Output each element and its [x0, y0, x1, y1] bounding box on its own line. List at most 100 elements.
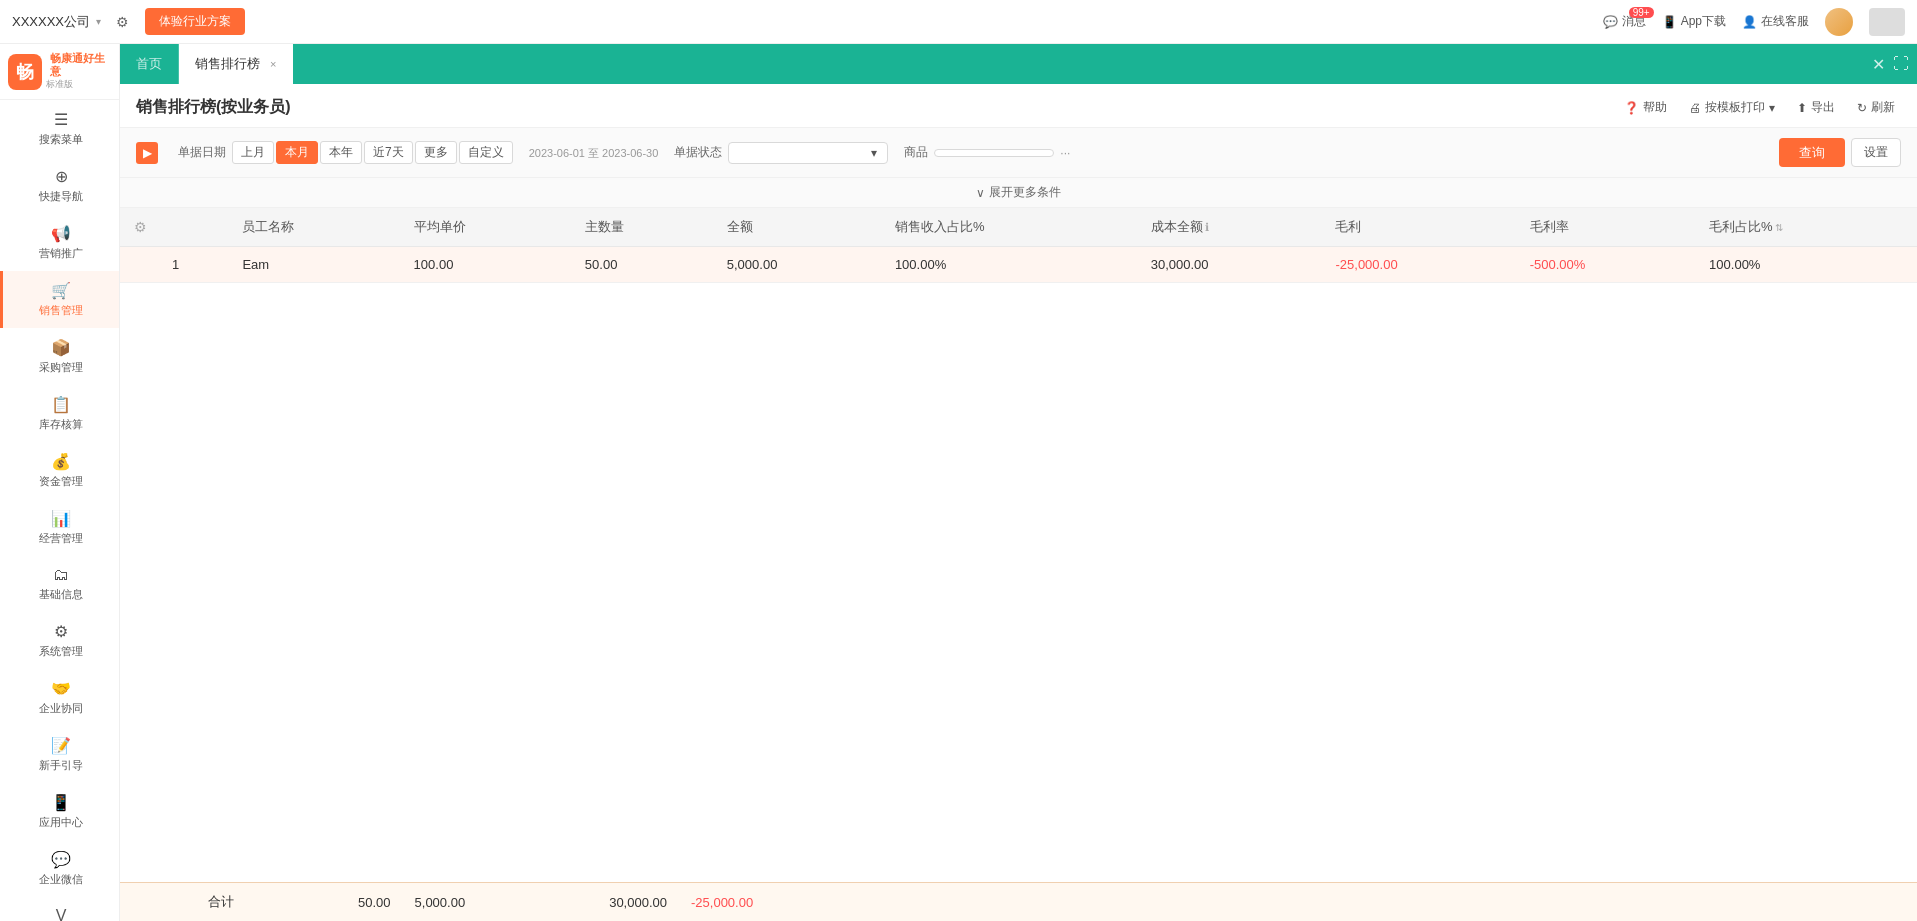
table-footer: 合计 50.00 5,000.00 30,000.00 -25,000.00: [120, 882, 1917, 921]
cost-info-icon[interactable]: ℹ: [1205, 221, 1209, 233]
sidebar-item-finance[interactable]: 💰 资金管理: [0, 442, 119, 499]
quick-nav-icon: ⊕: [55, 167, 68, 186]
help-label: 帮助: [1643, 99, 1667, 116]
inventory-icon: 📋: [51, 395, 71, 414]
help-button[interactable]: ❓ 帮助: [1618, 96, 1673, 119]
sidebar-item-app-center[interactable]: 📱 应用中心: [0, 783, 119, 840]
td-avg-price: 100.00: [402, 247, 573, 283]
sidebar-item-system[interactable]: ⚙ 系统管理: [0, 612, 119, 669]
sidebar-item-member[interactable]: V 畅会员: [0, 897, 119, 921]
search-order-icon: ☰: [54, 110, 68, 129]
avatar[interactable]: [1825, 8, 1853, 36]
company-name: XXXXXX公司: [12, 13, 90, 31]
date-btn-more[interactable]: 更多: [415, 141, 457, 164]
template-print-button[interactable]: 🖨 按模板打印 ▾: [1683, 96, 1781, 119]
sidebar-item-sales[interactable]: 🛒 销售管理: [0, 271, 119, 328]
th-qty: 主数量: [573, 208, 715, 247]
date-btn-this-year[interactable]: 本年: [320, 141, 362, 164]
filter-settings-button[interactable]: 设置: [1851, 138, 1901, 167]
sidebar-label-operations: 经营管理: [39, 531, 83, 546]
sidebar: 畅 畅康通好生意 标准版 ☰ 搜索菜单 ⊕ 快捷导航 📢 营销推广 🛒 销售管理…: [0, 44, 120, 921]
guide-icon: 📝: [51, 736, 71, 755]
date-btn-7days[interactable]: 近7天: [364, 141, 413, 164]
td-settings: [120, 247, 160, 283]
sidebar-label-sales: 销售管理: [39, 303, 83, 318]
td-amount: 5,000.00: [715, 247, 883, 283]
expand-conditions-button[interactable]: ∨ 展开更多条件: [976, 184, 1061, 201]
tab-expand-icon[interactable]: ⛶: [1893, 55, 1909, 73]
date-range-display: 2023-06-01 至 2023-06-30: [529, 146, 659, 161]
th-gross-rate: 毛利率: [1518, 208, 1697, 247]
data-table: ⚙ 员工名称 平均单价 主数量 全额 销售收入占比% 成本全额ℹ: [120, 208, 1917, 283]
sidebar-item-purchase[interactable]: 📦 采购管理: [0, 328, 119, 385]
app-download-button[interactable]: 📱 App下载: [1662, 13, 1726, 30]
logo-icon: 畅: [8, 54, 42, 90]
gross-pct-sort-icon[interactable]: ⇅: [1775, 222, 1783, 233]
filter-collapse-button[interactable]: ▶: [136, 142, 158, 164]
refresh-icon: ↻: [1857, 101, 1867, 115]
more-dots[interactable]: ···: [1060, 146, 1070, 160]
sidebar-item-enterprise-wechat[interactable]: 💬 企业微信: [0, 840, 119, 897]
footer-amount-total: 5,000.00: [403, 895, 478, 910]
status-filter-group: 单据状态 ▾: [674, 142, 888, 164]
th-avg-price: 平均单价: [402, 208, 573, 247]
sidebar-label-inventory: 库存核算: [39, 417, 83, 432]
member-icon: V: [56, 907, 67, 921]
trial-button[interactable]: 体验行业方案: [145, 8, 245, 35]
sales-icon: 🛒: [51, 281, 71, 300]
footer-gross-total: -25,000.00: [679, 895, 765, 910]
date-btn-this-month[interactable]: 本月: [276, 141, 318, 164]
sidebar-item-enterprise-collab[interactable]: 🤝 企业协同: [0, 669, 119, 726]
date-buttons: 上月 本月 本年 近7天 更多 自定义: [232, 141, 513, 164]
sidebar-label-collab: 企业协同: [39, 701, 83, 716]
export-button[interactable]: ⬆ 导出: [1791, 96, 1841, 119]
column-settings-icon[interactable]: ⚙: [134, 219, 147, 235]
th-cost: 成本全额ℹ: [1139, 208, 1324, 247]
date-filter-group: 单据日期 上月 本月 本年 近7天 更多 自定义: [178, 141, 513, 164]
td-gross-pct: 100.00%: [1697, 247, 1917, 283]
sidebar-logo: 畅 畅康通好生意 标准版: [0, 44, 119, 100]
sidebar-item-guide[interactable]: 📝 新手引导: [0, 726, 119, 783]
collab-icon: 🤝: [51, 679, 71, 698]
phone-icon: 📱: [1662, 15, 1677, 29]
sidebar-item-search-order[interactable]: ☰ 搜索菜单: [0, 100, 119, 157]
refresh-button[interactable]: ↻ 刷新: [1851, 96, 1901, 119]
date-btn-custom[interactable]: 自定义: [459, 141, 513, 164]
sidebar-item-marketing[interactable]: 📢 营销推广: [0, 214, 119, 271]
tab-home[interactable]: 首页: [120, 44, 179, 84]
date-btn-last-month[interactable]: 上月: [232, 141, 274, 164]
tab-bar: 首页 销售排行榜 × ✕ ⛶: [120, 44, 1917, 84]
tab-active-label: 销售排行榜: [195, 55, 260, 73]
sidebar-label-marketing: 营销推广: [39, 246, 83, 261]
online-service-button[interactable]: 👤 在线客服: [1742, 13, 1809, 30]
company-settings-button[interactable]: ⚙: [109, 9, 135, 35]
app-label: App下载: [1681, 13, 1726, 30]
tab-close-icon[interactable]: ×: [270, 58, 276, 70]
footer-total-label: 合计: [196, 893, 246, 911]
product-input[interactable]: [934, 149, 1054, 157]
service-icon: 👤: [1742, 15, 1757, 29]
th-name: 员工名称: [230, 208, 401, 247]
sidebar-item-quick-nav[interactable]: ⊕ 快捷导航: [0, 157, 119, 214]
logo-text: 畅康通好生意: [50, 52, 111, 78]
export-label: 导出: [1811, 99, 1835, 116]
sidebar-item-operations[interactable]: 📊 经营管理: [0, 499, 119, 556]
tab-close-all-icon[interactable]: ✕: [1872, 55, 1885, 74]
top-right-actions: 💬 消息 99+ 📱 App下载 👤 在线客服: [1603, 8, 1905, 36]
refresh-label: 刷新: [1871, 99, 1895, 116]
sidebar-item-basic-info[interactable]: 🗂 基础信息: [0, 556, 119, 612]
status-select[interactable]: ▾: [728, 142, 888, 164]
td-qty: 50.00: [573, 247, 715, 283]
marketing-icon: 📢: [51, 224, 71, 243]
system-icon: ⚙: [54, 622, 68, 641]
message-button[interactable]: 💬 消息 99+: [1603, 13, 1646, 30]
company-selector[interactable]: XXXXXX公司 ▾: [12, 13, 101, 31]
query-button[interactable]: 查询: [1779, 138, 1845, 167]
chevron-down-icon: ∨: [976, 186, 985, 200]
print-label: 按模板打印: [1705, 99, 1765, 116]
expand-row: ∨ 展开更多条件: [120, 178, 1917, 208]
tab-sales-ranking[interactable]: 销售排行榜 ×: [179, 44, 293, 84]
date-filter-label: 单据日期: [178, 144, 226, 161]
sidebar-item-inventory[interactable]: 📋 库存核算: [0, 385, 119, 442]
status-chevron-icon: ▾: [871, 146, 877, 160]
